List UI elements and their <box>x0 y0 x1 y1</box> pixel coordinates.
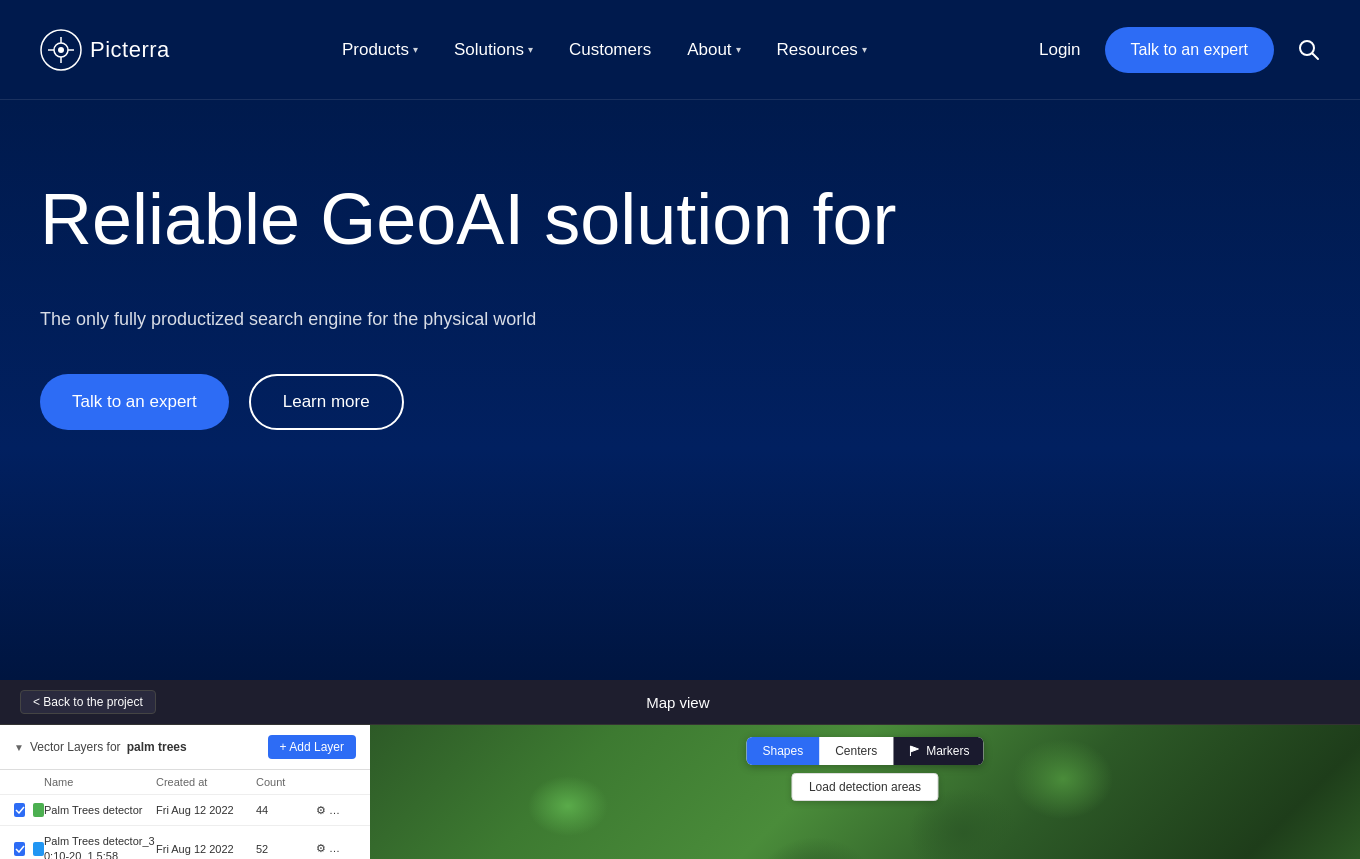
talk-to-expert-button-nav[interactable]: Talk to an expert <box>1105 27 1274 73</box>
nav-item-customers[interactable]: Customers <box>569 40 651 60</box>
brand-name: Picterra <box>90 37 170 63</box>
col-created: Created at <box>156 776 256 788</box>
back-to-project-button[interactable]: < Back to the project <box>20 690 156 714</box>
nav-item-products[interactable]: Products ▾ <box>342 40 418 60</box>
vector-layers-label: Vector Layers for <box>30 740 121 754</box>
demo-left-panel: ▼ Vector Layers for palm trees + Add Lay… <box>0 725 370 859</box>
row-count-2: 52 <box>256 843 316 855</box>
login-link[interactable]: Login <box>1039 40 1081 60</box>
navbar: Picterra Products ▾ Solutions ▾ Customer… <box>0 0 1360 100</box>
chevron-down-icon: ▾ <box>862 44 867 55</box>
chevron-down-icon: ▾ <box>528 44 533 55</box>
row-color-box <box>33 842 44 856</box>
nav-links: Products ▾ Solutions ▾ Customers About ▾… <box>342 40 867 60</box>
nav-item-about[interactable]: About ▾ <box>687 40 740 60</box>
palm-trees-label: palm trees <box>127 740 187 754</box>
load-detection-button[interactable]: Load detection areas <box>792 773 938 801</box>
tab-markers[interactable]: Markers <box>893 737 983 765</box>
row-color-box <box>33 803 44 817</box>
chevron-down-icon: ▾ <box>413 44 418 55</box>
tab-shapes[interactable]: Shapes <box>746 737 819 765</box>
chevron-down-icon: ▾ <box>736 44 741 55</box>
row-date-2: Fri Aug 12 2022 <box>156 843 256 855</box>
search-button[interactable] <box>1298 39 1320 61</box>
row-name-1: Palm Trees detector <box>44 803 156 817</box>
map-tab-group: Shapes Centers Markers <box>746 737 983 765</box>
map-view-label: Map view <box>646 694 709 711</box>
col-name: Name <box>44 776 156 788</box>
nav-item-solutions[interactable]: Solutions ▾ <box>454 40 533 60</box>
table-row[interactable]: Palm Trees detector Fri Aug 12 2022 44 ⚙… <box>0 795 370 826</box>
row-checkbox[interactable] <box>14 842 25 856</box>
table-row[interactable]: Palm Trees detector_3 0:10-20_1 5:58 Fri… <box>0 826 370 859</box>
panel-toggle-icon[interactable]: ▼ <box>14 742 24 753</box>
nav-right: Login Talk to an expert <box>1039 27 1320 73</box>
row-date-1: Fri Aug 12 2022 <box>156 804 256 816</box>
row-checkbox[interactable] <box>14 803 25 817</box>
hero-subtitle: The only fully productized search engine… <box>40 309 1320 330</box>
hero-title: Reliable GeoAI solution for <box>40 180 940 259</box>
panel-header: ▼ Vector Layers for palm trees + Add Lay… <box>0 725 370 770</box>
demo-header: < Back to the project Map view <box>0 680 1360 725</box>
nav-item-resources[interactable]: Resources ▾ <box>777 40 867 60</box>
map-controls: Shapes Centers Markers Load detection ar… <box>746 737 983 801</box>
logo[interactable]: Picterra <box>40 29 170 71</box>
row-name-2: Palm Trees detector_3 0:10-20_1 5:58 <box>44 834 156 859</box>
tab-centers[interactable]: Centers <box>819 737 893 765</box>
demo-wrapper: < Back to the project Map view ▼ Vector … <box>0 680 1360 859</box>
learn-more-button[interactable]: Learn more <box>249 374 404 430</box>
talk-to-expert-button-hero[interactable]: Talk to an expert <box>40 374 229 430</box>
demo-map: Shapes Centers Markers Load detection ar… <box>370 725 1360 859</box>
table-header: Name Created at Count <box>0 770 370 795</box>
demo-inner: ▼ Vector Layers for palm trees + Add Lay… <box>0 725 1360 859</box>
hero-buttons: Talk to an expert Learn more <box>40 374 1320 430</box>
svg-point-1 <box>58 47 64 53</box>
row-count-1: 44 <box>256 804 316 816</box>
add-layer-button[interactable]: + Add Layer <box>268 735 356 759</box>
col-count: Count <box>256 776 316 788</box>
hero-section: Reliable GeoAI solution for The only ful… <box>0 100 1360 680</box>
svg-line-3 <box>1312 53 1318 59</box>
